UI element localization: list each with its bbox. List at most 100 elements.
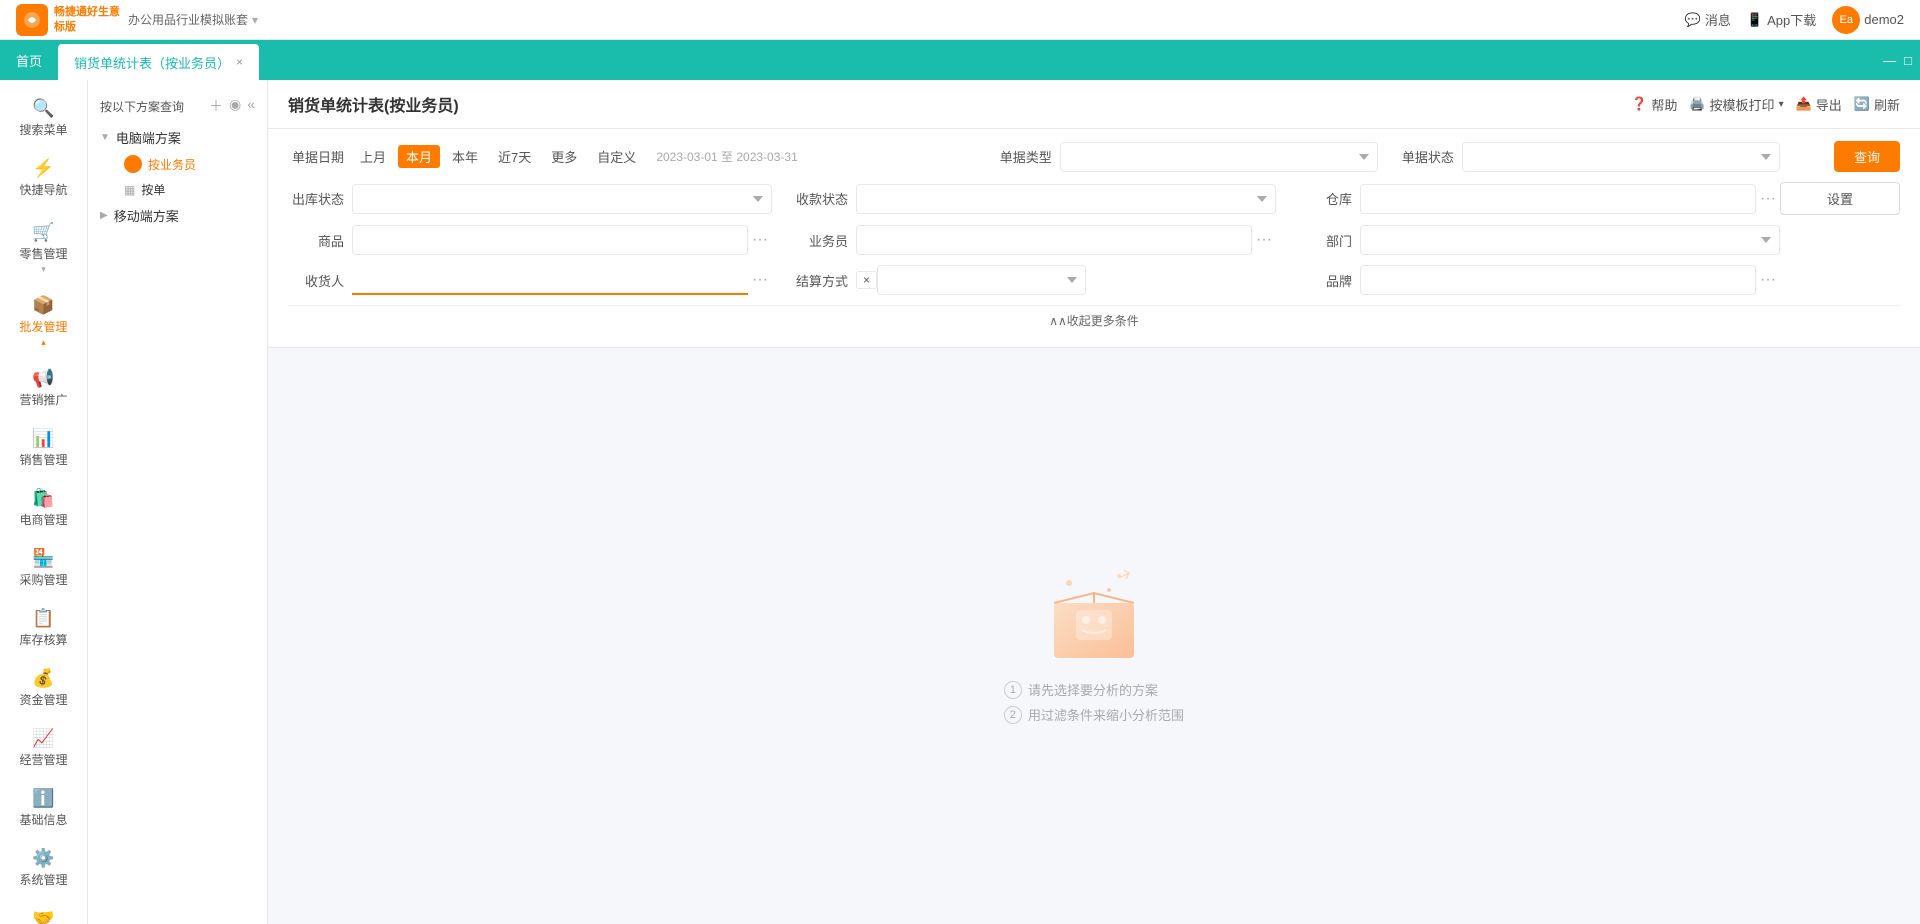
topbar-left: 畅捷通好生意 标版 办公用品行业模拟账套 ▾	[16, 4, 258, 36]
warehouse-dots-button[interactable]: ···	[1756, 190, 1780, 208]
collapse-panel-button[interactable]: «	[247, 96, 255, 116]
warehouse-input[interactable]	[1360, 184, 1756, 214]
marketing-icon: 📢	[32, 368, 54, 389]
order-status-select[interactable]	[1462, 142, 1780, 172]
message-button[interactable]: 💬 消息	[1685, 10, 1731, 29]
breadcrumb-text: 办公用品行业模拟账套	[128, 11, 248, 28]
settlement-clear-button[interactable]: ×	[856, 271, 877, 289]
tree-item-by-salesperson[interactable]: 按业务员	[112, 151, 267, 177]
tip-num-1: 1	[1004, 681, 1022, 699]
quick-nav-icon: ⚡	[32, 158, 54, 179]
filter-goods-field: 商品 ···	[288, 225, 772, 255]
sidebar-item-label: 电商管理	[19, 511, 67, 528]
user-menu[interactable]: Ea demo2	[1832, 6, 1904, 34]
sidebar-item-search-menu[interactable]: 🔍 搜索菜单	[0, 88, 87, 148]
sidebar-item-system[interactable]: ⚙️ 系统管理	[0, 838, 87, 898]
message-icon: 💬	[1685, 12, 1701, 28]
sidebar-item-label: 批发管理	[19, 318, 67, 335]
empty-tips: 1 请先选择要分析的方案 2 用过滤条件来缩小分析范围	[1004, 680, 1184, 724]
sidebar-item-retail-mgmt[interactable]: 🛒 零售管理 ▾	[0, 212, 87, 285]
topbar-right: 💬 消息 📱 App下载 Ea demo2	[1685, 6, 1904, 34]
date-range-display: 2023-03-01 至 2023-03-31	[656, 148, 797, 165]
sidebar-item-enterprise[interactable]: 🤝 企业协同	[0, 898, 87, 924]
minimize-icon[interactable]: —	[1883, 53, 1896, 68]
refresh-button[interactable]: 🔄 刷新	[1854, 95, 1900, 114]
operations-icon: 📈	[32, 728, 54, 749]
settlement-select[interactable]	[877, 265, 1085, 295]
sidebar-item-label: 销售管理	[19, 451, 67, 468]
goods-input[interactable]	[352, 225, 748, 255]
date-tab-custom[interactable]: 自定义	[589, 145, 644, 168]
collapse-bar[interactable]: ∧∧ 收起更多条件	[288, 305, 1900, 335]
query-button[interactable]: 查询	[1834, 141, 1900, 172]
date-tab-this-year[interactable]: 本年	[444, 145, 486, 168]
export-button[interactable]: 📤 导出	[1796, 95, 1842, 114]
receiver-dots-button[interactable]: ···	[748, 271, 772, 289]
collapse-label: 收起更多条件	[1067, 312, 1139, 329]
tip-num-2: 2	[1004, 706, 1022, 724]
payment-select[interactable]	[856, 184, 1276, 214]
sidebar-item-finance[interactable]: 💰 资金管理	[0, 658, 87, 718]
filter-order-type-field: 单据类型	[996, 142, 1378, 172]
help-button[interactable]: ❓ 帮助	[1631, 95, 1677, 114]
filter-warehouse-field: 仓库 ···	[1296, 184, 1780, 214]
order-icon: ▦	[124, 183, 135, 197]
date-tab-7days[interactable]: 近7天	[490, 145, 539, 168]
app-download-button[interactable]: 📱 App下载	[1747, 10, 1816, 29]
outbound-select[interactable]	[352, 184, 772, 214]
sidebar-item-inventory[interactable]: 📋 库存核算	[0, 598, 87, 658]
tree-item-label: 按单	[141, 181, 165, 198]
tab-close-button[interactable]: ×	[236, 55, 243, 69]
goods-label: 商品	[288, 231, 344, 250]
search-menu-icon: 🔍	[32, 98, 54, 119]
avatar: Ea	[1832, 6, 1860, 34]
dept-select[interactable]	[1360, 225, 1780, 255]
page-title: 销货单统计表(按业务员)	[288, 92, 459, 116]
empty-state: 1 请先选择要分析的方案 2 用过滤条件来缩小分析范围	[268, 348, 1920, 924]
filter-row-1: 单据日期 上月 本月 本年 近7天 更多 自定义 2023-03-01 至 20…	[288, 141, 1900, 172]
tab-salesorder-stats[interactable]: 销货单统计表（按业务员） ×	[58, 44, 259, 80]
tree-item-mobile[interactable]: ▶ 移动端方案	[88, 202, 267, 229]
active-tab-label: 销货单统计表（按业务员）	[74, 53, 230, 72]
inventory-icon: 📋	[32, 608, 54, 629]
brand-dots-button[interactable]: ···	[1756, 271, 1780, 289]
add-scheme-button[interactable]: ＋	[209, 96, 223, 116]
retail-icon: 🛒	[32, 222, 54, 243]
page-actions: ❓ 帮助 🖨️ 按模板打印 ▾ 📤 导出 🔄 刷新	[1631, 95, 1900, 114]
tree-item-by-order[interactable]: ▦ 按单	[112, 177, 267, 202]
sidebar-item-basic-info[interactable]: ℹ️ 基础信息	[0, 778, 87, 838]
empty-illustration	[1034, 548, 1154, 668]
finance-icon: 💰	[32, 668, 54, 689]
date-tab-this-month[interactable]: 本月	[398, 145, 440, 168]
empty-tip-2: 2 用过滤条件来缩小分析范围	[1004, 705, 1184, 724]
brand-input[interactable]	[1360, 265, 1756, 295]
sidebar-item-label: 基础信息	[19, 811, 67, 828]
print-button[interactable]: 🖨️ 按模板打印 ▾	[1689, 95, 1783, 114]
tab-home[interactable]: 首页	[0, 40, 58, 80]
filter-row-3: 商品 ··· 业务员 ··· 部门	[288, 225, 1900, 255]
tip-text-1: 请先选择要分析的方案	[1028, 680, 1158, 699]
filter-dept-field: 部门	[1296, 225, 1780, 255]
maximize-icon[interactable]: □	[1904, 53, 1912, 68]
refresh-icon: 🔄	[1854, 96, 1870, 112]
system-icon: ⚙️	[32, 848, 54, 869]
scheme-settings-button[interactable]: ◉	[229, 96, 241, 116]
date-tab-more[interactable]: 更多	[543, 145, 585, 168]
sidebar-item-marketing[interactable]: 📢 营销推广	[0, 358, 87, 418]
receiver-input[interactable]	[352, 265, 748, 295]
sidebar-item-operations[interactable]: 📈 经营管理	[0, 718, 87, 778]
date-tab-last-month[interactable]: 上月	[352, 145, 394, 168]
collapse-arrow-icon: ∧∧	[1049, 314, 1067, 328]
goods-dots-button[interactable]: ···	[748, 231, 772, 249]
sidebar-item-quick-nav[interactable]: ⚡ 快捷导航	[0, 148, 87, 208]
sidebar-item-sales-mgmt[interactable]: 📊 销售管理	[0, 418, 87, 478]
sidebar-item-purchase-mgmt[interactable]: 🏪 采购管理	[0, 538, 87, 598]
tree-item-desktop[interactable]: ▼ 电脑端方案	[88, 124, 267, 151]
filter-receiver-field: 收货人 ···	[288, 265, 772, 295]
salesperson-input[interactable]	[856, 225, 1252, 255]
salesperson-dots-button[interactable]: ···	[1252, 231, 1276, 249]
settings-button[interactable]: 设置	[1780, 182, 1900, 215]
order-type-select[interactable]	[1060, 142, 1378, 172]
sidebar-item-ecommerce[interactable]: 🛍️ 电商管理	[0, 478, 87, 538]
sidebar-item-wholesale-mgmt[interactable]: 📦 批发管理 ▴	[0, 285, 87, 358]
